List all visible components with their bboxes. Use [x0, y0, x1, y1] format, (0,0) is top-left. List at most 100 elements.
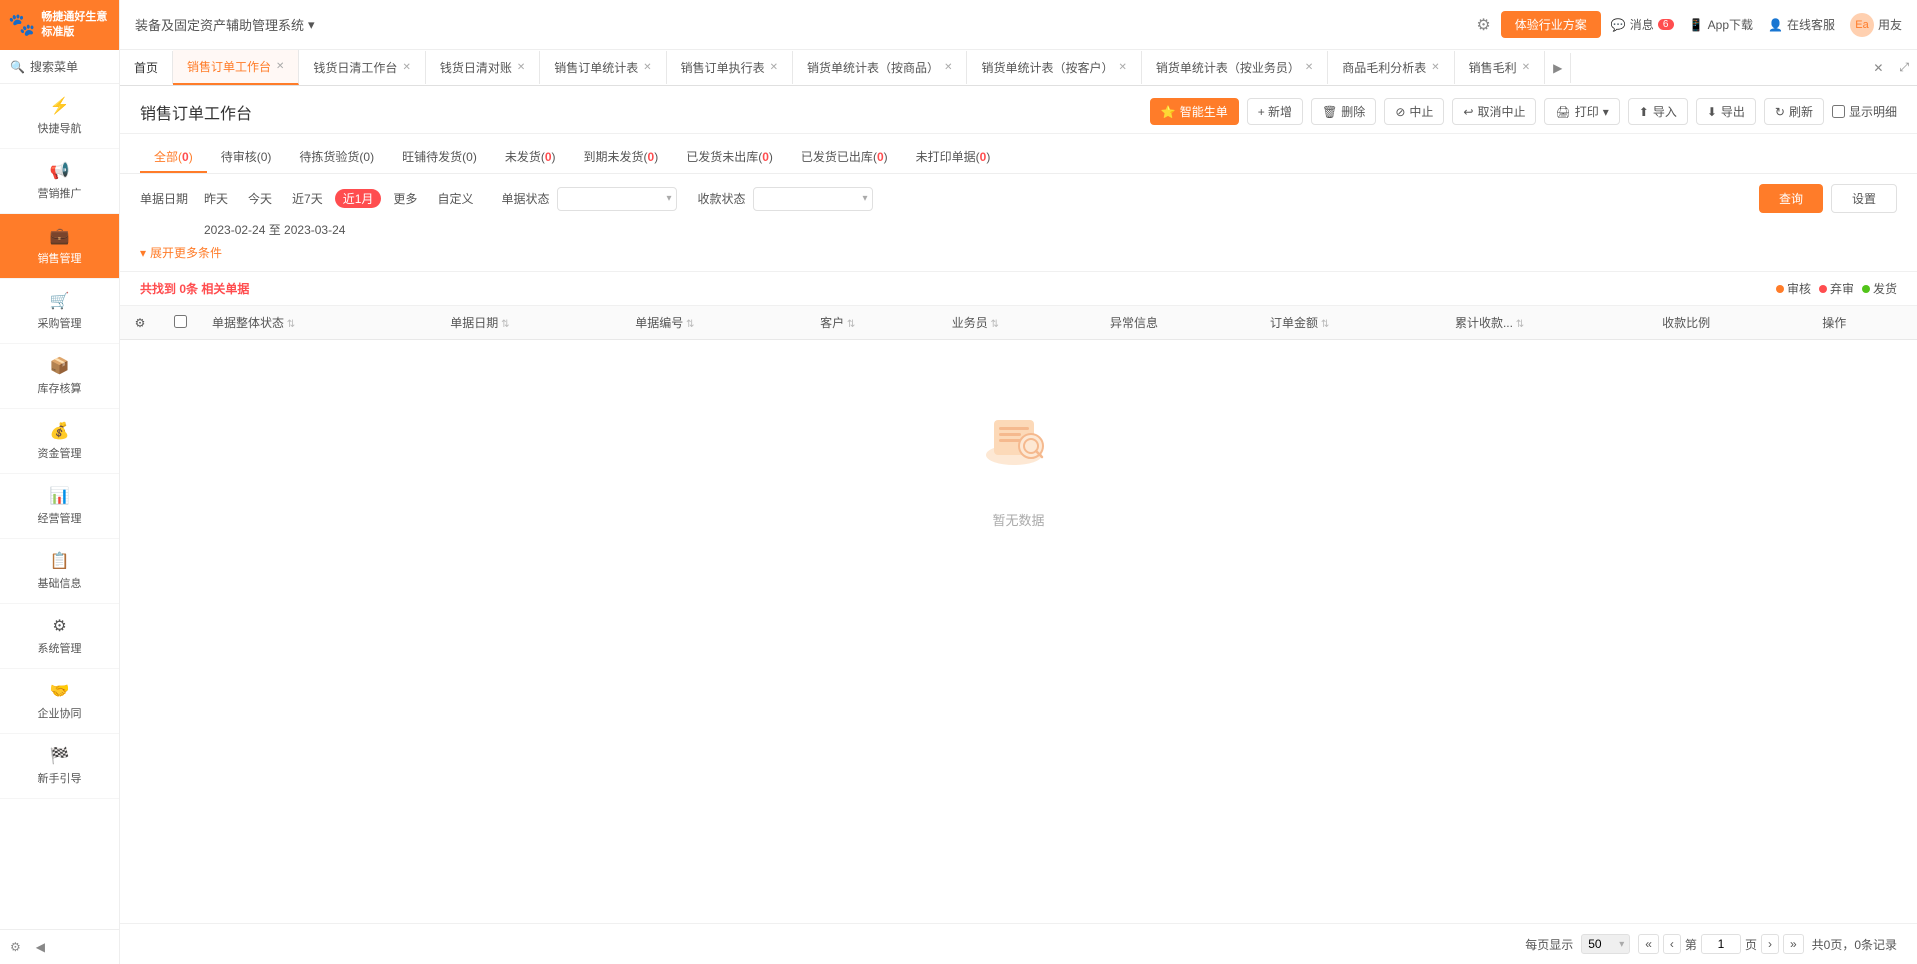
sidebar-item-marketing[interactable]: 📢 营销推广: [0, 149, 119, 214]
sidebar-item-purchase[interactable]: 🛒 采购管理: [0, 279, 119, 344]
tab-close-all-icon[interactable]: ✕: [1865, 53, 1891, 83]
col-checkbox: [160, 306, 200, 340]
cancel-abort-button[interactable]: ↩ 取消中止: [1452, 98, 1536, 125]
sidebar-item-basic-info[interactable]: 📋 基础信息: [0, 539, 119, 604]
shortcut-1month[interactable]: 近1月: [335, 189, 382, 208]
finance-icon: 💰: [50, 421, 70, 441]
col-status[interactable]: 单据整体状态: [200, 306, 438, 340]
sub-tab-wangpu-ship[interactable]: 旺铺待发货(0): [388, 142, 491, 173]
status-select[interactable]: [557, 187, 677, 211]
abort-button[interactable]: ⊘ 中止: [1384, 98, 1444, 125]
tab-home[interactable]: 首页: [120, 51, 173, 84]
tab-gross-margin[interactable]: 商品毛利分析表 ✕: [1328, 51, 1454, 84]
sidebar-item-inventory[interactable]: 📦 库存核算: [0, 344, 119, 409]
table-scroll[interactable]: ⚙ 单据整体状态 单据日期 单据编号 客户 业务员 异常信息 订单金额 累计收款…: [120, 306, 1917, 923]
tabs-more-btn[interactable]: ▶: [1545, 53, 1571, 83]
col-received[interactable]: 累计收款...: [1443, 306, 1650, 340]
sidebar-settings-icon[interactable]: ⚙: [10, 940, 21, 954]
tab-close-gross-margin[interactable]: ✕: [1431, 62, 1439, 73]
collect-select[interactable]: [753, 187, 873, 211]
page-number-input[interactable]: [1701, 934, 1741, 954]
first-page-btn[interactable]: «: [1638, 934, 1659, 954]
set-button[interactable]: 设置: [1831, 184, 1897, 213]
tab-close-sales-exec[interactable]: ✕: [770, 62, 778, 73]
next-page-btn[interactable]: ›: [1761, 934, 1779, 954]
col-customer[interactable]: 客户: [808, 306, 940, 340]
delete-button[interactable]: 🗑 删除: [1311, 98, 1376, 125]
tab-sales-more[interactable]: 销售毛利 ✕: [1455, 51, 1545, 84]
tab-close-sales-stats[interactable]: ✕: [643, 62, 651, 73]
expand-button[interactable]: ▾ 展开更多条件: [140, 244, 1897, 261]
tab-close-cash-reconcile[interactable]: ✕: [517, 62, 525, 73]
tab-close-summary-staff[interactable]: ✕: [1305, 62, 1313, 73]
shortcut-yesterday[interactable]: 昨天: [196, 188, 236, 209]
sidebar-item-finance[interactable]: 💰 资金管理: [0, 409, 119, 474]
print-button[interactable]: 🖨 打印 ▾: [1544, 98, 1619, 125]
search-menu[interactable]: 🔍 搜索菜单: [0, 50, 119, 84]
sub-tab-not-printed[interactable]: 未打印单据(0): [902, 142, 1005, 173]
sidebar-item-guide[interactable]: 🏁 新手引导: [0, 734, 119, 799]
user-item[interactable]: Ea 用友: [1850, 13, 1902, 37]
tab-sales-stats[interactable]: 销售订单统计表 ✕: [540, 51, 666, 84]
shortcut-today[interactable]: 今天: [240, 188, 280, 209]
tab-close-sales-more[interactable]: ✕: [1522, 62, 1530, 73]
sidebar-item-quick-nav[interactable]: ⚡ 快捷导航: [0, 84, 119, 149]
tab-sales-summary-customer[interactable]: 销货单统计表（按客户） ✕: [967, 51, 1141, 84]
col-number[interactable]: 单据编号: [623, 306, 808, 340]
abandon-action[interactable]: 弃审: [1819, 280, 1854, 297]
sub-tab-shipped-not-out[interactable]: 已发货未出库(0): [672, 142, 787, 173]
message-item[interactable]: 💬 消息 6: [1611, 16, 1674, 33]
user-avatar-icon: Ea: [1850, 13, 1874, 37]
sidebar-item-sales[interactable]: 💼 销售管理: [0, 214, 119, 279]
sub-tab-pending-review[interactable]: 待审核(0): [207, 142, 286, 173]
sidebar-item-operations[interactable]: 📊 经营管理: [0, 474, 119, 539]
show-detail-label[interactable]: 显示明细: [1832, 103, 1897, 120]
query-button[interactable]: 查询: [1759, 184, 1823, 213]
sub-tab-shipped-out[interactable]: 已发货已出库(0): [787, 142, 902, 173]
import-button[interactable]: ⬆ 导入: [1628, 98, 1688, 125]
shortcut-custom[interactable]: 自定义: [429, 188, 481, 209]
review-action[interactable]: 审核: [1776, 280, 1811, 297]
col-staff[interactable]: 业务员: [940, 306, 1098, 340]
tab-cash-reconcile[interactable]: 钱货日清对账 ✕: [426, 51, 540, 84]
tab-close-sales-workbench[interactable]: ✕: [276, 61, 284, 72]
ship-action[interactable]: 发货: [1862, 280, 1897, 297]
system-name-dropdown[interactable]: 装备及固定资产辅助管理系统 ▾: [135, 15, 315, 34]
sidebar-collapse-icon[interactable]: ◀: [36, 940, 45, 954]
shortcut-7days[interactable]: 近7天: [284, 188, 331, 209]
refresh-button[interactable]: ↻ 刷新: [1764, 98, 1824, 125]
tab-sales-workbench[interactable]: 销售订单工作台 ✕: [173, 50, 299, 85]
export-button[interactable]: ⬇ 导出: [1696, 98, 1756, 125]
solution-button[interactable]: 体验行业方案: [1501, 11, 1601, 38]
online-service-item[interactable]: 👤 在线客服: [1768, 16, 1835, 33]
tab-sales-summary-product[interactable]: 销货单统计表（按商品） ✕: [793, 51, 967, 84]
col-date[interactable]: 单据日期: [438, 306, 623, 340]
tab-sales-exec[interactable]: 销售订单执行表 ✕: [667, 51, 793, 84]
shortcut-more[interactable]: 更多: [385, 188, 425, 209]
tab-close-summary-customer[interactable]: ✕: [1118, 62, 1126, 73]
col-settings[interactable]: ⚙: [120, 306, 160, 340]
col-amount[interactable]: 订单金额: [1258, 306, 1443, 340]
sub-tab-overdue[interactable]: 到期未发货(0): [570, 142, 673, 173]
sidebar-item-collab[interactable]: 🤝 企业协同: [0, 669, 119, 734]
sub-tab-pending-inspect[interactable]: 待拣货验货(0): [285, 142, 388, 173]
last-page-btn[interactable]: »: [1783, 934, 1804, 954]
tab-maximize-icon[interactable]: ⤢: [1891, 52, 1917, 83]
page-size-select[interactable]: 20 50 100 200: [1581, 934, 1630, 954]
system-icon: ⚙: [52, 616, 66, 636]
app-download-item[interactable]: 📱 App下载: [1689, 16, 1753, 33]
prev-page-btn[interactable]: ‹: [1663, 934, 1681, 954]
tab-close-summary-product[interactable]: ✕: [944, 62, 952, 73]
select-all-checkbox[interactable]: [174, 315, 187, 328]
sub-tab-all[interactable]: 全部(0): [140, 142, 207, 173]
tab-close-cash-daily[interactable]: ✕: [402, 62, 410, 73]
smart-gen-button[interactable]: ⭐ 智能生单: [1150, 98, 1239, 125]
show-detail-checkbox[interactable]: [1832, 105, 1845, 118]
date-range-display: 2023-02-24 至 2023-03-24: [140, 217, 1897, 238]
topbar-settings-icon[interactable]: ⚙: [1476, 15, 1490, 35]
sub-tab-not-shipped[interactable]: 未发货(0): [491, 142, 570, 173]
tab-sales-summary-staff[interactable]: 销货单统计表（按业务员） ✕: [1142, 51, 1328, 84]
sidebar-item-system[interactable]: ⚙ 系统管理: [0, 604, 119, 669]
add-button[interactable]: + 新增: [1247, 98, 1303, 125]
tab-cash-daily[interactable]: 钱货日清工作台 ✕: [299, 51, 425, 84]
